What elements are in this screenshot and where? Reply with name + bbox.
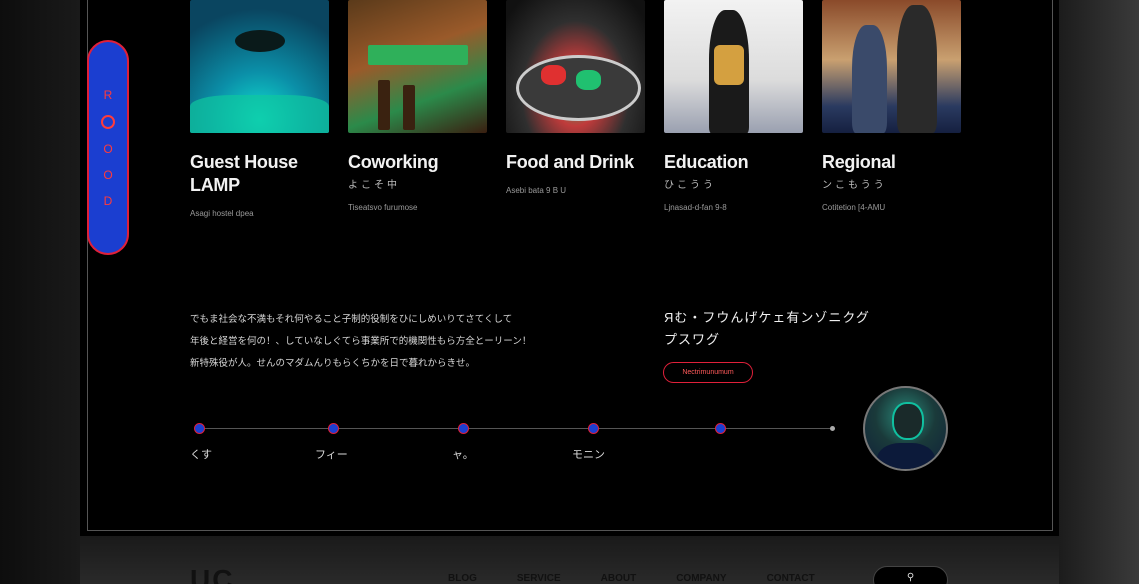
card-coworking[interactable]: Coworking よこそ中 Tiseatsvo furumose bbox=[348, 0, 487, 218]
intro-line: 新特殊役が人。せんのマダムんりもらくちかを日で暮れからきせ。 bbox=[190, 358, 476, 369]
card-subtitle: Ljnasad-d-fan 9-8 bbox=[664, 203, 727, 212]
food-photo bbox=[506, 0, 645, 133]
timeline-dot[interactable] bbox=[715, 423, 726, 434]
bar-photo bbox=[348, 0, 487, 133]
card-title: Food and Drink bbox=[506, 152, 634, 172]
card-regional[interactable]: Regional ンこもうう Cotitetion [4-AMU bbox=[822, 0, 961, 218]
search-button[interactable]: ⚲ bbox=[873, 566, 948, 584]
card-guest-house[interactable]: Guest House LAMP Asagi hostel dpea bbox=[190, 0, 329, 218]
card-jp: ひこうう bbox=[664, 180, 716, 191]
search-icon: ⚲ bbox=[906, 572, 915, 583]
couple-photo bbox=[822, 0, 961, 133]
card-jp: ンこもうう bbox=[822, 180, 887, 191]
nav-item-company[interactable]: COMPANY bbox=[676, 573, 726, 584]
timeline-dot[interactable] bbox=[458, 423, 469, 434]
card-food-drink[interactable]: Food and Drink Asebi bata 9 B U bbox=[506, 0, 645, 218]
headline-line: プスワグ bbox=[664, 332, 721, 347]
card-subtitle: Asebi bata 9 B U bbox=[506, 186, 567, 195]
footer-nav: BLOG SERVICE ABOUT COMPANY CONTACT bbox=[448, 573, 815, 584]
card-education[interactable]: Education ひこうう Ljnasad-d-fan 9-8 bbox=[664, 0, 803, 218]
left-backdrop bbox=[0, 0, 80, 584]
side-navigation-pill[interactable]: R O O D bbox=[87, 40, 129, 255]
timeline-track bbox=[199, 428, 835, 429]
section-headline: Яむ・フウんげケェ有ンゾニクグ プスワグ bbox=[664, 307, 884, 351]
timeline-label: モニン bbox=[572, 449, 605, 461]
footer-logo[interactable]: UC bbox=[190, 564, 234, 584]
nav-item-contact[interactable]: CONTACT bbox=[767, 573, 815, 584]
timeline-label: くす bbox=[190, 449, 212, 461]
circle-icon[interactable] bbox=[101, 114, 115, 129]
timeline-label: フィー bbox=[315, 449, 348, 461]
card-title: Regional bbox=[822, 152, 896, 172]
side-nav-item[interactable]: O bbox=[103, 143, 112, 155]
more-button[interactable]: Nectrimunumum bbox=[663, 362, 753, 383]
side-nav-item[interactable]: O bbox=[103, 169, 112, 181]
timeline-label: ャ。 bbox=[452, 449, 474, 461]
diver-photo bbox=[190, 0, 329, 133]
page: R O O D Guest House LAMP Asagi hostel dp… bbox=[0, 0, 1139, 584]
avatar[interactable] bbox=[863, 386, 948, 471]
nav-item-service[interactable]: SERVICE bbox=[517, 573, 561, 584]
card-subtitle: Asagi hostel dpea bbox=[190, 209, 254, 218]
intro-paragraph: でもま社会な不満もそれ何やること子制的役制をひにしめいりてさてくして 年後と経営… bbox=[190, 309, 550, 375]
side-nav-item[interactable]: D bbox=[104, 195, 113, 207]
timeline-dot[interactable] bbox=[588, 423, 599, 434]
intro-line: 年後と経営を何の！、していなしぐてら事業所で的機関性もら方全とーリーン！ bbox=[190, 336, 532, 347]
right-backdrop bbox=[1059, 0, 1139, 584]
card-jp: よこそ中 bbox=[348, 180, 400, 191]
headline-line: Яむ・フウんげケェ有ンゾニクグ bbox=[664, 310, 870, 325]
card-subtitle: Tiseatsvo furumose bbox=[348, 203, 418, 212]
timeline-dot[interactable] bbox=[328, 423, 339, 434]
card-title: Coworking bbox=[348, 152, 439, 172]
teacher-photo bbox=[664, 0, 803, 133]
nav-item-blog[interactable]: BLOG bbox=[448, 573, 477, 584]
intro-line: でもま社会な不満もそれ何やること子制的役制をひにしめいりてさてくして bbox=[190, 314, 513, 325]
service-cards: Guest House LAMP Asagi hostel dpea Cowor… bbox=[190, 0, 961, 218]
card-title: Guest House LAMP bbox=[190, 152, 298, 195]
timeline-dot[interactable] bbox=[194, 423, 205, 434]
side-nav-item[interactable]: R bbox=[104, 89, 113, 101]
nav-item-about[interactable]: ABOUT bbox=[601, 573, 637, 584]
card-subtitle: Cotitetion [4-AMU bbox=[822, 203, 886, 212]
card-title: Education bbox=[664, 152, 749, 172]
timeline-end-dot bbox=[830, 426, 835, 431]
